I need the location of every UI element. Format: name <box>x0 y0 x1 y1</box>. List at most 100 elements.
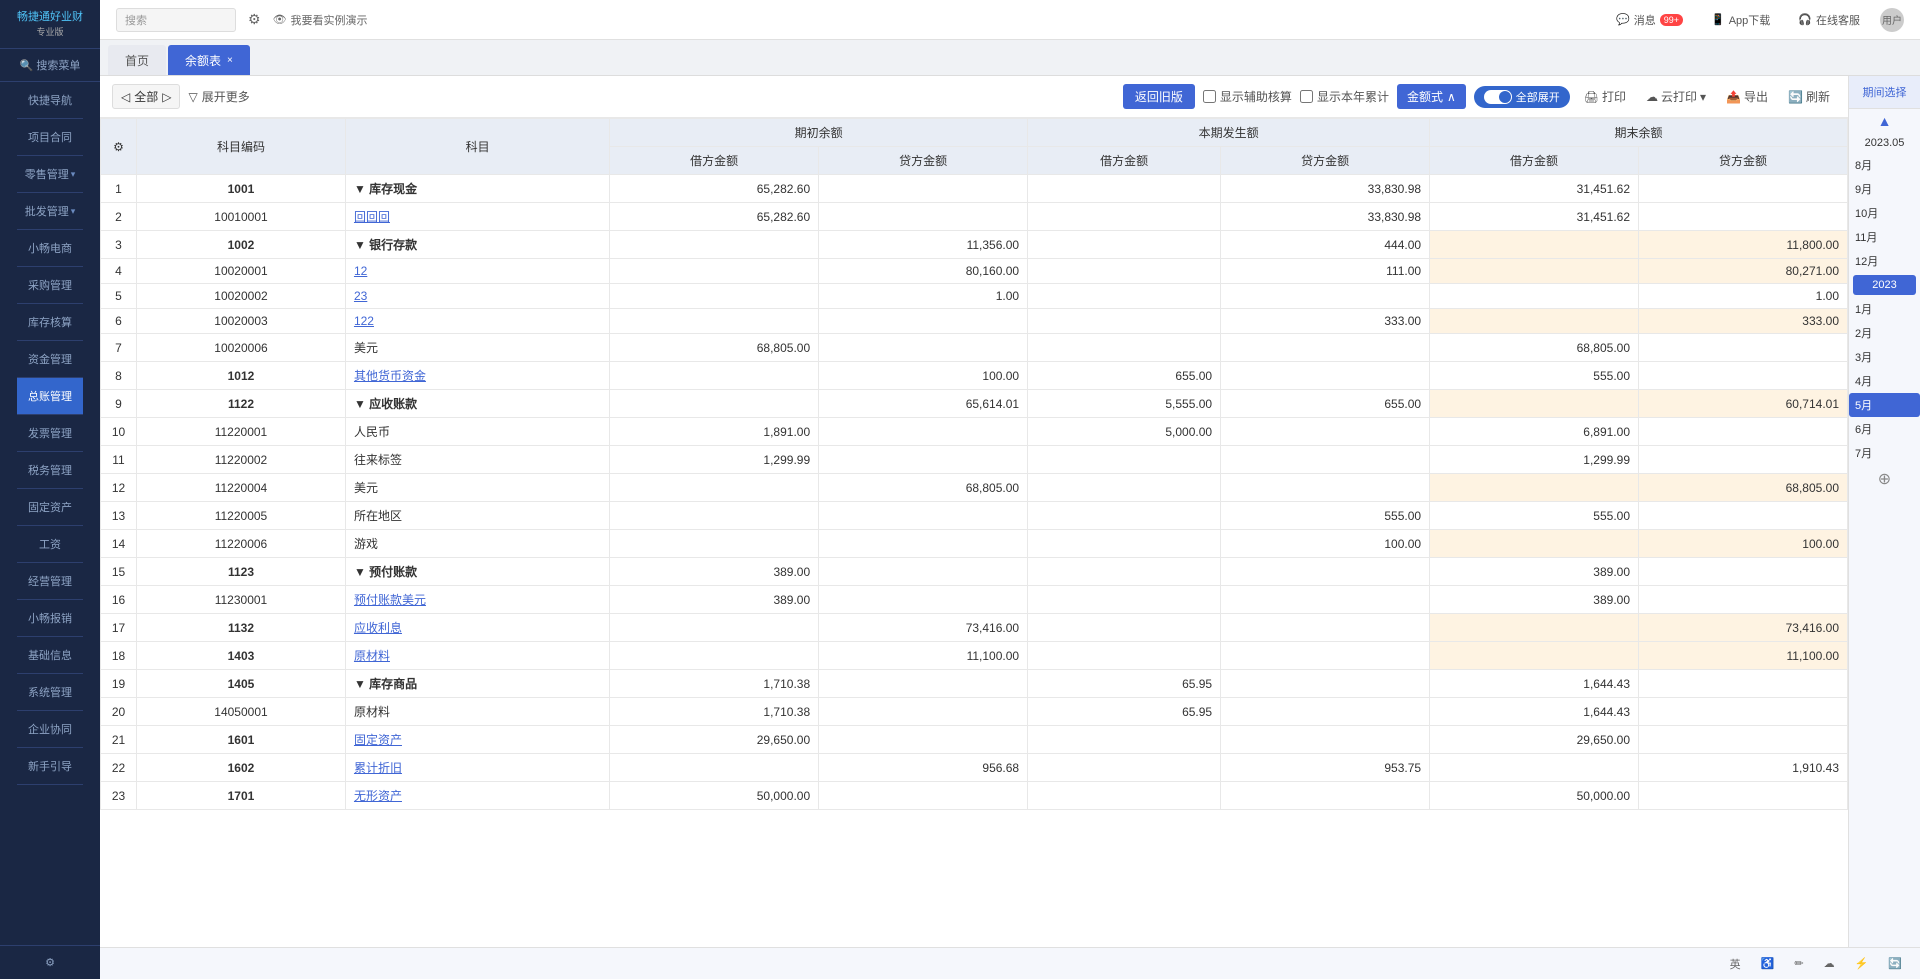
row-debit_open <box>610 642 819 670</box>
row-subject[interactable]: 122 <box>345 309 609 334</box>
online-service-btn[interactable]: 🎧 在线客服 <box>1790 8 1868 32</box>
row-subject[interactable]: 累计折旧 <box>345 754 609 782</box>
row-subject[interactable]: 原材料 <box>345 642 609 670</box>
rs-expand-btn[interactable]: ⊕ <box>1849 465 1920 493</box>
sidebar-item-guide[interactable]: 新手引导 <box>17 748 84 785</box>
settings-icon[interactable]: ⚙ <box>248 11 261 28</box>
sidebar-item-operations[interactable]: 经营管理 <box>17 563 84 600</box>
row-subject[interactable]: 23 <box>345 284 609 309</box>
subject-link[interactable]: 原材料 <box>354 649 390 663</box>
rs-month[interactable]: 4月 <box>1849 369 1920 393</box>
table-row: 510020002231.001.00 <box>101 284 1848 309</box>
tab-close-balance[interactable]: × <box>227 55 233 66</box>
rs-month[interactable]: 11月 <box>1849 225 1920 249</box>
sidebar-item-system[interactable]: 系统管理 <box>17 674 84 711</box>
row-debit_curr: 655.00 <box>1028 362 1221 390</box>
row-debit_curr: 65.95 <box>1028 698 1221 726</box>
tab-balance[interactable]: 余额表× <box>168 45 250 75</box>
sidebar-item-invoice[interactable]: 发票管理 <box>17 415 84 452</box>
subject-link[interactable]: 应收利息 <box>354 621 402 635</box>
sidebar-item-quicknav[interactable]: 快捷导航 <box>17 82 84 119</box>
row-subject[interactable]: 应收利息 <box>345 614 609 642</box>
sidebar-item-wholesale[interactable]: 批发管理▾ <box>17 193 84 230</box>
rs-month[interactable]: 12月 <box>1849 249 1920 273</box>
subject-link[interactable]: 12 <box>354 264 367 278</box>
row-subject[interactable]: 回回回 <box>345 203 609 231</box>
tab-home[interactable]: 首页 <box>108 45 166 75</box>
bottom-refresh-btn[interactable]: 🔄 <box>1882 955 1908 972</box>
show-assist-label[interactable]: 显示辅助核算 <box>1203 88 1292 105</box>
rs-up-btn[interactable]: ▲ <box>1849 109 1920 133</box>
rs-month[interactable]: 3月 <box>1849 345 1920 369</box>
row-credit_close: 1.00 <box>1639 284 1848 309</box>
subject-link[interactable]: 预付账款美元 <box>354 593 426 607</box>
rs-month[interactable]: 2023 <box>1853 275 1916 295</box>
subject-link[interactable]: 23 <box>354 289 367 303</box>
show-year-checkbox[interactable] <box>1300 90 1313 103</box>
rs-month[interactable]: 10月 <box>1849 201 1920 225</box>
refresh-btn[interactable]: 🔄 刷新 <box>1782 85 1836 108</box>
sidebar-item-inventory[interactable]: 库存核算 <box>17 304 84 341</box>
rs-month[interactable]: 2月 <box>1849 321 1920 345</box>
row-subject: ▼ 银行存款 <box>345 231 609 259</box>
sidebar-item-tax[interactable]: 税务管理 <box>17 452 84 489</box>
sidebar-item-project[interactable]: 项目合同 <box>17 119 84 156</box>
sidebar-item-accounting[interactable]: 总账管理 <box>17 378 84 415</box>
demo-link[interactable]: 👁 我要看实例演示 <box>273 12 368 28</box>
search-box[interactable]: 搜索 <box>116 8 236 32</box>
subject-link[interactable]: 固定资产 <box>354 733 402 747</box>
show-assist-checkbox[interactable] <box>1203 90 1216 103</box>
sidebar-item-purchase[interactable]: 采购管理 <box>17 267 84 304</box>
subject-link[interactable]: 累计折旧 <box>354 761 402 775</box>
subject-link[interactable]: 回回回 <box>354 210 390 224</box>
sidebar-settings[interactable]: ⚙ <box>0 945 100 979</box>
rs-month[interactable]: 9月 <box>1849 177 1920 201</box>
row-debit_open: 1,891.00 <box>610 418 819 446</box>
col-settings[interactable]: ⚙ <box>101 119 137 175</box>
sidebar-item-basic[interactable]: 基础信息 <box>17 637 84 674</box>
sidebar-item-retail[interactable]: 零售管理▾ <box>17 156 84 193</box>
sidebar-item-cooperation[interactable]: 企业协同 <box>17 711 84 748</box>
print-btn[interactable]: 🖨 打印 <box>1578 85 1632 108</box>
rs-month[interactable]: 7月 <box>1849 441 1920 465</box>
sidebar-item-fixedasset[interactable]: 固定资产 <box>17 489 84 526</box>
app-download-btn[interactable]: 📱 App下载 <box>1703 8 1778 32</box>
sidebar-item-report[interactable]: 小畅报销 <box>17 600 84 637</box>
subject-link[interactable]: 122 <box>354 314 374 328</box>
toggle-all-btn[interactable]: 全部展开 <box>1474 86 1570 108</box>
rs-month[interactable]: 6月 <box>1849 417 1920 441</box>
rs-month[interactable]: 5月 <box>1849 393 1920 417</box>
sidebar-item-capital[interactable]: 资金管理 <box>17 341 84 378</box>
bottom-edit-btn[interactable]: ✏ <box>1788 955 1809 972</box>
row-subject[interactable]: 其他货币资金 <box>345 362 609 390</box>
bottom-lang-btn[interactable]: 英 <box>1724 954 1747 974</box>
bottom-cloud-btn[interactable]: ☁ <box>1818 955 1841 972</box>
row-subject[interactable]: 无形资产 <box>345 782 609 810</box>
subject-link[interactable]: 无形资产 <box>354 789 402 803</box>
row-debit_close: 68,805.00 <box>1430 334 1639 362</box>
avatar[interactable]: 用户 <box>1880 8 1904 32</box>
row-subject[interactable]: 预付账款美元 <box>345 586 609 614</box>
sidebar-item-payroll[interactable]: 工资 <box>17 526 84 563</box>
return-btn[interactable]: 返回旧版 <box>1123 84 1195 109</box>
export-btn[interactable]: 📤 导出 <box>1720 85 1774 108</box>
messages-btn[interactable]: 💬 消息 99+ <box>1608 8 1691 32</box>
bottom-accessibility-btn[interactable]: ♿ <box>1755 955 1781 972</box>
rs-month[interactable]: 8月 <box>1849 153 1920 177</box>
row-subject[interactable]: 固定资产 <box>345 726 609 754</box>
rs-month[interactable]: 1月 <box>1849 297 1920 321</box>
row-credit_close <box>1639 698 1848 726</box>
sidebar-search[interactable]: 🔍 搜索菜单 <box>0 49 100 82</box>
expand-btn[interactable]: ▽ 展开更多 <box>188 88 249 105</box>
mode-btn[interactable]: 金额式 ∧ ✓ 金额式 数量金额式 外币金额式 <box>1397 84 1466 109</box>
filter-label: 全部 <box>134 88 158 105</box>
show-year-label[interactable]: 显示本年累计 <box>1300 88 1389 105</box>
sidebar-item-ecommerce[interactable]: 小畅电商 <box>17 230 84 267</box>
bottom-lightning-btn[interactable]: ⚡ <box>1849 955 1875 972</box>
cloud-print-btn[interactable]: ☁ 云打印 ▾ <box>1640 85 1712 108</box>
row-no: 21 <box>101 726 137 754</box>
row-subject[interactable]: 12 <box>345 259 609 284</box>
row-debit_curr <box>1028 754 1221 782</box>
filter-btn[interactable]: ◁ 全部 ▷ <box>112 84 180 109</box>
subject-link[interactable]: 其他货币资金 <box>354 369 426 383</box>
